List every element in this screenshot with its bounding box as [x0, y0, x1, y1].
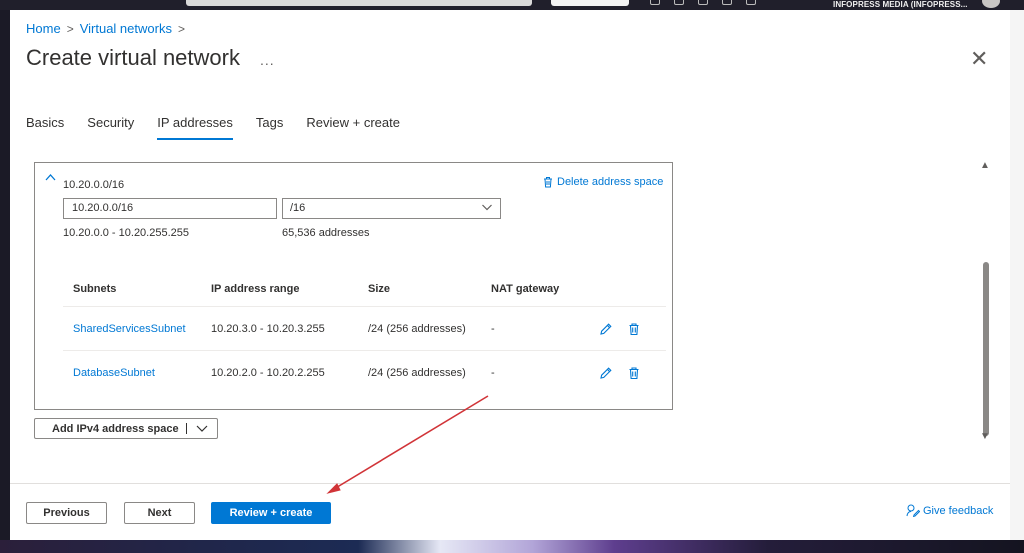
address-range-text: 10.20.0.0 - 10.20.255.255 — [63, 227, 189, 239]
subnet-name-link[interactable]: SharedServicesSubnet — [63, 323, 211, 335]
column-header-size: Size — [368, 282, 391, 295]
breadcrumb-virtual-networks[interactable]: Virtual networks — [80, 21, 172, 36]
toolbar-icon[interactable] — [722, 0, 732, 5]
column-header-subnets: Subnets — [73, 282, 117, 295]
feedback-icon — [906, 504, 920, 517]
review-create-button[interactable]: Review + create — [211, 502, 331, 524]
toolbar-icon[interactable] — [698, 0, 708, 5]
page-title: Create virtual network — [26, 45, 240, 70]
breadcrumb-separator: > — [177, 21, 185, 36]
toolbar-icon[interactable] — [650, 0, 660, 5]
subnet-nat: - — [491, 367, 495, 379]
delete-address-space-label: Delete address space — [557, 176, 664, 188]
prefix-select-value: /16 — [290, 202, 306, 214]
toolbar-icon[interactable] — [746, 0, 756, 5]
add-ipv4-address-space-button[interactable]: Add IPv4 address space — [34, 418, 218, 439]
table-header: Subnets IP address range Size NAT gatewa… — [63, 271, 666, 307]
subnet-size: /24 (256 addresses) — [368, 322, 466, 335]
trash-icon[interactable] — [627, 366, 641, 380]
address-space-card: 10.20.0.0/16 Delete address space 10.20.… — [34, 162, 673, 410]
give-feedback-link[interactable]: Give feedback — [906, 504, 993, 517]
table-row: SharedServicesSubnet 10.20.3.0 - 10.20.3… — [63, 307, 666, 351]
avatar[interactable] — [982, 0, 1000, 8]
chevron-up-icon[interactable] — [45, 173, 56, 181]
table-row: DatabaseSubnet 10.20.2.0 - 10.20.2.255 /… — [63, 351, 666, 395]
pencil-icon[interactable] — [599, 366, 613, 380]
close-icon[interactable]: ✕ — [970, 48, 988, 70]
prefix-select[interactable]: /16 — [282, 198, 501, 219]
breadcrumb: Home > Virtual networks > — [26, 21, 185, 36]
more-options-button[interactable]: ... — [260, 52, 275, 68]
add-ipv4-label: Add IPv4 address space — [52, 422, 179, 435]
create-vnet-blade: Home > Virtual networks > Create virtual… — [10, 10, 1010, 483]
address-bar[interactable] — [186, 0, 532, 6]
split-divider — [186, 423, 187, 434]
previous-button[interactable]: Previous — [26, 502, 107, 524]
delete-address-space-button[interactable]: Delete address space — [543, 176, 663, 188]
tab-tags[interactable]: Tags — [256, 115, 283, 140]
breadcrumb-separator: > — [66, 21, 74, 36]
address-space-input[interactable]: 10.20.0.0/16 — [63, 198, 277, 219]
subnet-range: 10.20.2.0 - 10.20.2.255 — [211, 367, 325, 379]
scroll-down-arrow[interactable]: ▼ — [980, 431, 990, 442]
chevron-down-icon[interactable] — [193, 423, 213, 435]
column-header-nat-gateway: NAT gateway — [491, 282, 560, 295]
give-feedback-label: Give feedback — [923, 504, 994, 517]
subnet-range: 10.20.3.0 - 10.20.3.255 — [211, 322, 325, 335]
browser-top-bar: INFOPRESS MEDIA (INFOPRESS... — [0, 0, 1024, 10]
subnet-size: /24 (256 addresses) — [368, 367, 466, 379]
footer-bar: Previous Next Review + create Give feedb… — [10, 483, 1010, 540]
window-edge — [1010, 10, 1024, 540]
subnet-name-link[interactable]: DatabaseSubnet — [63, 367, 211, 379]
pencil-icon[interactable] — [599, 322, 613, 336]
tab-security[interactable]: Security — [87, 115, 134, 140]
tab-review-create[interactable]: Review + create — [306, 115, 400, 140]
tab-basics[interactable]: Basics — [26, 115, 64, 140]
subnets-table: Subnets IP address range Size NAT gatewa… — [63, 271, 666, 395]
address-space-heading: 10.20.0.0/16 — [63, 179, 125, 191]
org-account-label[interactable]: INFOPRESS MEDIA (INFOPRESS... — [833, 0, 968, 9]
breadcrumb-home[interactable]: Home — [26, 21, 61, 36]
browser-button[interactable] — [551, 0, 629, 6]
tab-bar: Basics Security IP addresses Tags Review… — [26, 115, 423, 140]
trash-icon — [544, 177, 552, 188]
desktop-background — [0, 540, 1024, 553]
scroll-up-arrow[interactable]: ▲ — [980, 160, 990, 171]
column-header-ip-range: IP address range — [211, 282, 300, 295]
toolbar-icon[interactable] — [674, 0, 684, 5]
scrollbar-thumb[interactable] — [983, 262, 989, 436]
next-button[interactable]: Next — [124, 502, 195, 524]
trash-icon[interactable] — [627, 322, 641, 336]
address-count-text: 65,536 addresses — [282, 227, 370, 239]
chevron-down-icon — [482, 204, 492, 211]
tab-ip-addresses[interactable]: IP addresses — [157, 115, 233, 140]
subnet-nat: - — [491, 322, 495, 335]
